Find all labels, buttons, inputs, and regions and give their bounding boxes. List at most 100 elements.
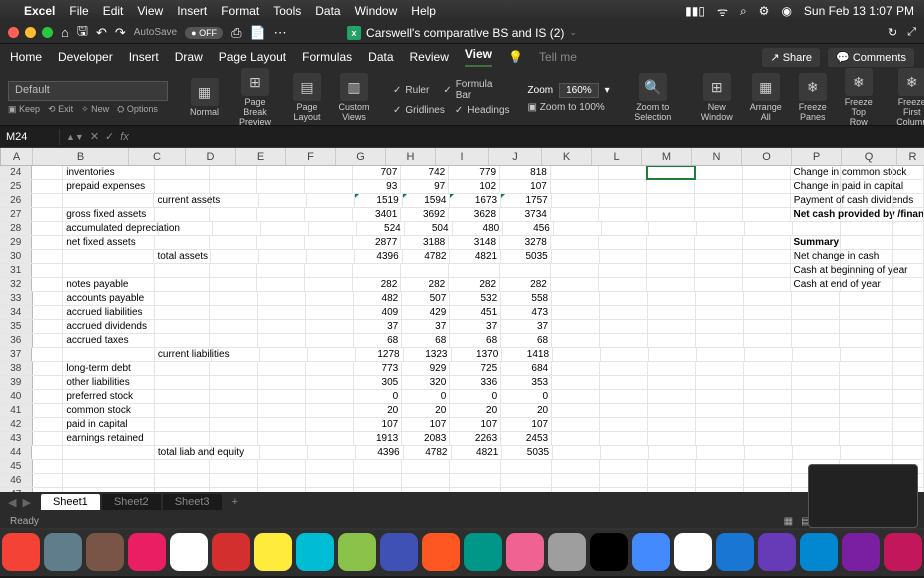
cell-L38[interactable] [600,362,648,375]
col-header-P[interactable]: P [792,148,842,165]
dock-app-18[interactable] [548,533,586,571]
cell-A44[interactable] [32,446,63,459]
sheet-tab-2[interactable]: Sheet2 [102,494,161,510]
tab-data[interactable]: Data [368,50,393,64]
cell-L46[interactable] [600,474,648,487]
cell-C30[interactable]: total assets [154,250,211,263]
cell-O47[interactable] [744,488,792,492]
picture-in-picture[interactable] [808,464,918,528]
custom-views-button[interactable]: ▥Custom Views [333,73,375,122]
cell-G25[interactable]: 93 [353,180,401,193]
row-header[interactable]: 38 [0,362,33,375]
cell-H35[interactable]: 37 [402,320,450,333]
cell-J44[interactable]: 5035 [502,446,553,459]
cell-C32[interactable] [155,278,210,291]
cell-D38[interactable] [210,362,258,375]
cancel-icon[interactable]: ✕ [90,130,99,143]
cell-D26[interactable] [211,194,259,207]
battery-icon[interactable]: ▮▮▯ [685,4,705,18]
row-header[interactable]: 25 [0,180,32,193]
cell-D45[interactable] [210,460,258,473]
cell-A28[interactable] [32,222,63,235]
cell-N29[interactable] [695,236,743,249]
cell-K35[interactable] [552,320,600,333]
cell-Q43[interactable] [840,432,893,445]
cell-R25[interactable] [893,180,924,193]
cell-J26[interactable]: 1757 [501,194,552,207]
cell-R32[interactable] [893,278,924,291]
cell-D28[interactable] [213,222,261,235]
row-header[interactable]: 27 [0,208,32,221]
cell-H43[interactable]: 2083 [402,432,450,445]
col-header-B[interactable]: B [33,148,129,165]
tab-review[interactable]: Review [410,50,449,64]
cell-M38[interactable] [648,362,696,375]
col-header-H[interactable]: H [386,148,436,165]
cell-K38[interactable] [552,362,600,375]
cell-J35[interactable]: 37 [501,320,552,333]
dock-app-8[interactable] [128,533,166,571]
cell-M35[interactable] [648,320,696,333]
cell-P41[interactable] [792,404,840,417]
sync-icon[interactable]: ↻ [888,26,897,39]
cell-O42[interactable] [744,418,792,431]
home-icon[interactable]: ⌂ [61,25,69,40]
dock-app-15[interactable] [422,533,460,571]
cell-N39[interactable] [696,376,744,389]
cell-H45[interactable] [402,460,450,473]
cell-H33[interactable]: 507 [402,292,450,305]
cell-C47[interactable] [155,488,210,492]
cell-C27[interactable] [155,208,210,221]
cell-G28[interactable]: 524 [357,222,405,235]
cell-I37[interactable]: 1370 [452,348,503,361]
cell-R34[interactable] [893,306,924,319]
cell-F43[interactable] [306,432,354,445]
cell-M46[interactable] [648,474,696,487]
gridlines-checkbox[interactable]: Gridlines [393,105,445,116]
cell-M36[interactable] [648,334,696,347]
cell-C29[interactable] [155,236,210,249]
cell-D24[interactable] [210,166,258,179]
cell-N46[interactable] [696,474,744,487]
cell-D35[interactable] [210,320,258,333]
cell-O32[interactable] [743,278,791,291]
cell-E47[interactable] [258,488,306,492]
cell-B35[interactable]: accrued dividends [63,320,155,333]
cell-Q38[interactable] [840,362,893,375]
cell-P36[interactable] [792,334,840,347]
cell-J34[interactable]: 473 [501,306,552,319]
cell-E43[interactable] [258,432,306,445]
cell-N27[interactable] [695,208,743,221]
col-header-J[interactable]: J [489,148,542,165]
cell-N45[interactable] [696,460,744,473]
page-break-preview-button[interactable]: ⊞Page Break Preview [229,68,281,127]
cell-A33[interactable] [33,292,64,305]
spreadsheet-grid[interactable]: ABCDEFGHIJKLMNOPQR 24inventories70774277… [0,148,924,492]
cell-R30[interactable] [893,250,924,263]
zoom-to-selection-button[interactable]: 🔍Zoom to Selection [628,73,678,122]
autosave-toggle[interactable]: ● OFF [185,27,223,39]
cell-O38[interactable] [744,362,792,375]
cell-J29[interactable]: 3278 [500,236,551,249]
row-header[interactable]: 37 [0,348,32,361]
cell-B38[interactable]: long-term debt [63,362,155,375]
cell-I43[interactable]: 2263 [450,432,501,445]
cell-M45[interactable] [648,460,696,473]
cell-J37[interactable]: 1418 [502,348,553,361]
cell-Q34[interactable] [840,306,893,319]
cell-C33[interactable] [155,292,210,305]
cell-G30[interactable]: 4396 [355,250,403,263]
row-header[interactable]: 41 [0,404,33,417]
menu-data[interactable]: Data [315,4,340,18]
cell-H36[interactable]: 68 [402,334,450,347]
arrange-all-button[interactable]: ▦Arrange All [744,73,788,122]
dock-app-16[interactable] [464,533,502,571]
cell-P37[interactable] [793,348,841,361]
cell-R24[interactable] [893,166,924,179]
comments-button[interactable]: 💬 Comments [828,48,914,67]
cell-P27[interactable]: Net cash provided by /financ [791,208,841,221]
cell-Q25[interactable] [841,180,894,193]
dock-app-26[interactable] [884,533,922,571]
cell-L44[interactable] [601,446,649,459]
col-header-A[interactable]: A [1,148,33,165]
